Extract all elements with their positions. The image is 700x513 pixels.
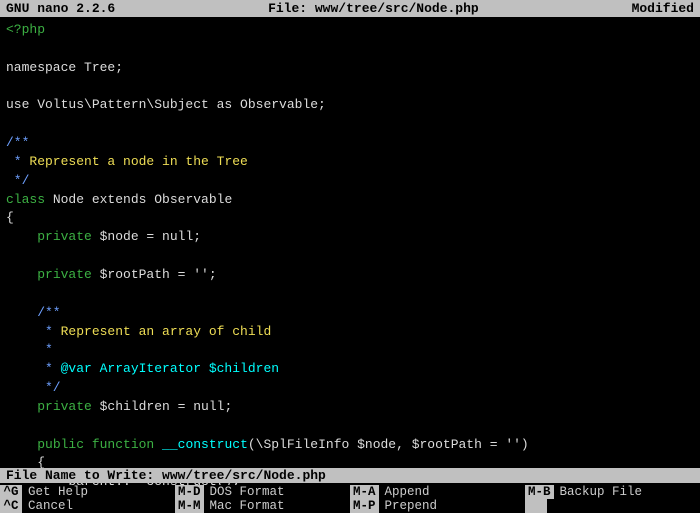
code-line: * bbox=[6, 341, 694, 360]
code-line: /** bbox=[6, 134, 694, 153]
code-token: @var ArrayIterator $children bbox=[61, 361, 279, 376]
code-line: * @var ArrayIterator $children bbox=[6, 360, 694, 379]
code-token bbox=[6, 437, 37, 452]
code-line: * Represent an array of child bbox=[6, 323, 694, 342]
shortcut-label: Append bbox=[379, 485, 525, 499]
title-bar: GNU nano 2.2.6 File: www/tree/src/Node.p… bbox=[0, 0, 700, 17]
code-token: <?php bbox=[6, 22, 45, 37]
code-token: * bbox=[6, 154, 29, 169]
code-token: use Voltus\Pattern\Subject as Observable… bbox=[6, 97, 326, 112]
shortcut-item[interactable] bbox=[525, 499, 700, 513]
code-token bbox=[6, 229, 37, 244]
shortcut-key: M-B bbox=[525, 485, 554, 499]
shortcut-item[interactable]: ^GGet Help bbox=[0, 485, 175, 499]
code-token: * bbox=[6, 342, 53, 357]
shortcut-item[interactable]: M-AAppend bbox=[350, 485, 525, 499]
code-line: private $children = null; bbox=[6, 398, 694, 417]
code-line bbox=[6, 78, 694, 97]
shortcut-bar: ^GGet HelpM-DDOS FormatM-AAppendM-BBacku… bbox=[0, 485, 700, 513]
shortcut-label: Prepend bbox=[379, 499, 525, 513]
code-token: Represent a node in the Tree bbox=[29, 154, 247, 169]
shortcut-label: Mac Format bbox=[204, 499, 350, 513]
code-token: $node = null; bbox=[92, 229, 201, 244]
shortcut-key: M-P bbox=[350, 499, 379, 513]
code-token: /** bbox=[6, 305, 61, 320]
code-token: $children = null; bbox=[92, 399, 232, 414]
code-token bbox=[6, 267, 37, 282]
code-token: private bbox=[37, 229, 92, 244]
code-line: <?php bbox=[6, 21, 694, 40]
shortcut-item[interactable]: M-MMac Format bbox=[175, 499, 350, 513]
shortcut-item[interactable]: M-PPrepend bbox=[350, 499, 525, 513]
shortcut-label: DOS Format bbox=[204, 485, 350, 499]
code-token: $rootPath = ''; bbox=[92, 267, 217, 282]
code-token: public function bbox=[37, 437, 154, 452]
shortcut-item[interactable]: M-BBackup File bbox=[525, 485, 700, 499]
code-token: private bbox=[37, 399, 92, 414]
code-line: public function __construct(\SplFileInfo… bbox=[6, 436, 694, 455]
code-token: Node extends Observable bbox=[45, 192, 232, 207]
code-token: /** bbox=[6, 135, 29, 150]
code-token bbox=[6, 399, 37, 414]
code-token: (\SplFileInfo $node, $rootPath = '') bbox=[248, 437, 529, 452]
code-line: { bbox=[6, 209, 694, 228]
code-line bbox=[6, 115, 694, 134]
code-token: */ bbox=[6, 173, 29, 188]
code-line bbox=[6, 247, 694, 266]
shortcut-key: M-A bbox=[350, 485, 379, 499]
code-token: namespace Tree; bbox=[6, 60, 123, 75]
code-line bbox=[6, 417, 694, 436]
shortcut-label bbox=[547, 499, 700, 513]
code-line: private $rootPath = ''; bbox=[6, 266, 694, 285]
code-line: private $node = null; bbox=[6, 228, 694, 247]
app-name: GNU nano 2.2.6 bbox=[6, 1, 115, 16]
code-token: private bbox=[37, 267, 92, 282]
code-line: class Node extends Observable bbox=[6, 191, 694, 210]
code-line: use Voltus\Pattern\Subject as Observable… bbox=[6, 96, 694, 115]
shortcut-key: ^G bbox=[0, 485, 22, 499]
code-line: */ bbox=[6, 379, 694, 398]
save-prompt: File Name to Write: bbox=[0, 468, 700, 483]
shortcut-key: M-M bbox=[175, 499, 204, 513]
file-label: File: www/tree/src/Node.php bbox=[268, 1, 479, 16]
shortcut-key: ^C bbox=[0, 499, 22, 513]
prompt-label: File Name to Write: bbox=[6, 468, 162, 483]
code-token: * bbox=[6, 361, 61, 376]
code-token: __construct bbox=[154, 437, 248, 452]
shortcut-label: Backup File bbox=[554, 485, 700, 499]
shortcut-key bbox=[525, 499, 547, 513]
shortcut-key: M-D bbox=[175, 485, 204, 499]
code-token: { bbox=[6, 210, 14, 225]
code-line bbox=[6, 285, 694, 304]
modified-status: Modified bbox=[632, 1, 694, 16]
filename-input[interactable] bbox=[162, 468, 644, 483]
shortcut-label: Cancel bbox=[22, 499, 175, 513]
code-line: namespace Tree; bbox=[6, 59, 694, 78]
shortcut-label: Get Help bbox=[22, 485, 175, 499]
shortcut-item[interactable]: ^CCancel bbox=[0, 499, 175, 513]
code-line: /** bbox=[6, 304, 694, 323]
code-line: */ bbox=[6, 172, 694, 191]
code-token: class bbox=[6, 192, 45, 207]
code-line bbox=[6, 40, 694, 59]
code-line: * Represent a node in the Tree bbox=[6, 153, 694, 172]
code-token: * bbox=[6, 324, 61, 339]
code-token: Represent an array of child bbox=[61, 324, 272, 339]
shortcut-item[interactable]: M-DDOS Format bbox=[175, 485, 350, 499]
editor-area[interactable]: <?php namespace Tree; use Voltus\Pattern… bbox=[0, 17, 700, 513]
code-token: */ bbox=[6, 380, 61, 395]
